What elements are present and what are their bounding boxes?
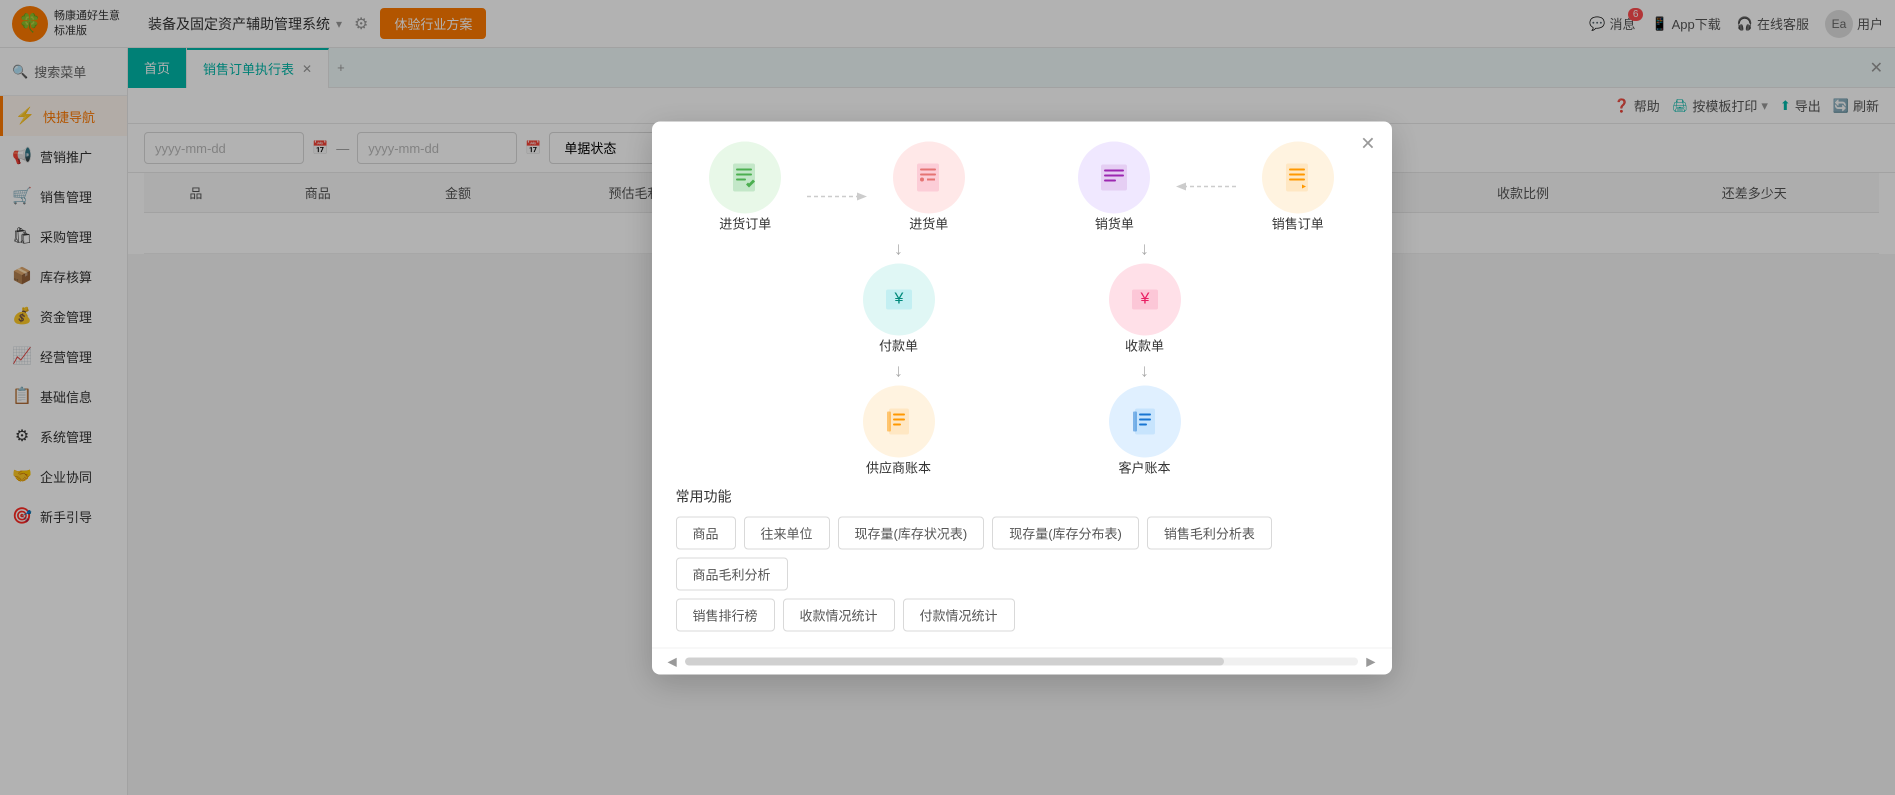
modal-scrollbar: ◀ ▶ (652, 647, 1392, 674)
func-btn-inventory-dist[interactable]: 现存量(库存分布表) (992, 516, 1139, 549)
func-btn-payment-stats[interactable]: 收款情况统计 (783, 598, 895, 631)
flow-label-sales-order: 销售订单 (1272, 213, 1324, 232)
customer-ledger-circle (1109, 385, 1181, 457)
down-arrow-customer: ↓ (1140, 360, 1149, 381)
flow-top-row: 进货订单 进货单 (692, 141, 1352, 232)
quick-nav-modal: ✕ 进货订单 (652, 121, 1392, 674)
scroll-track[interactable] (685, 657, 1359, 665)
func-btn-sales-rank[interactable]: 销售排行榜 (676, 598, 775, 631)
flow-item-sales-order[interactable]: 销售订单 (1244, 141, 1351, 232)
receipt-slip-circle: ¥ (1109, 263, 1181, 335)
scroll-thumb (685, 657, 1224, 665)
common-functions: 常用功能 商品 往来单位 现存量(库存状况表) 现存量(库存分布表) 销售毛利分… (652, 486, 1392, 647)
flow-item-purchase-order[interactable]: 进货订单 (692, 141, 799, 232)
func-btn-inventory-status[interactable]: 现存量(库存状况表) (838, 516, 985, 549)
arrow-right-1 (807, 165, 867, 208)
flow-item-customer-ledger[interactable]: 客户账本 (1090, 385, 1200, 476)
func-btn-purchase-stats[interactable]: 付款情况统计 (903, 598, 1015, 631)
down-arrow-supplier: ↓ (894, 360, 903, 381)
modal-close-button[interactable]: ✕ (1360, 133, 1375, 154)
down-arrow-purchase: ↓ (894, 238, 903, 259)
func-btn-product-profit[interactable]: 商品毛利分析 (676, 557, 788, 590)
func-btn-partner[interactable]: 往来单位 (744, 516, 830, 549)
flow-item-receipt-slip[interactable]: ¥ 收款单 (1090, 263, 1200, 354)
flow-label-purchase-slip: 进货单 (909, 213, 948, 232)
flow-item-purchase-slip[interactable]: 进货单 (875, 141, 982, 232)
flow-label-sales-slip: 销货单 (1095, 213, 1134, 232)
sales-order-circle (1262, 141, 1334, 213)
arrow-right-2 (1176, 155, 1236, 198)
scroll-left-icon[interactable]: ◀ (668, 654, 677, 668)
scroll-right-icon[interactable]: ▶ (1366, 654, 1375, 668)
flow-item-sales-slip[interactable]: 销货单 (1061, 141, 1168, 232)
flow-arrows-row: ↓ ¥ 付款单 ↓ (692, 238, 1352, 354)
func-btn-product[interactable]: 商品 (676, 516, 736, 549)
workflow-container: 进货订单 进货单 (652, 121, 1392, 486)
flow-item-supplier-ledger[interactable]: 供应商账本 (844, 385, 954, 476)
purchase-slip-circle (893, 141, 965, 213)
func-buttons-row1: 商品 往来单位 现存量(库存状况表) 现存量(库存分布表) 销售毛利分析表 商品… (676, 516, 1368, 590)
flow-label-purchase-order: 进货订单 (719, 213, 771, 232)
down-arrow-sales: ↓ (1140, 238, 1149, 259)
func-btn-sales-profit[interactable]: 销售毛利分析表 (1147, 516, 1272, 549)
sales-slip-circle (1078, 141, 1150, 213)
purchase-order-circle (709, 141, 781, 213)
svg-text:¥: ¥ (893, 290, 903, 307)
payment-slip-circle: ¥ (863, 263, 935, 335)
flow-label-receipt-slip: 收款单 (1125, 335, 1164, 354)
flow-ledger-row: ↓ 供应商账本 ↓ (692, 360, 1352, 476)
common-functions-title: 常用功能 (676, 486, 1368, 506)
supplier-ledger-circle (863, 385, 935, 457)
flow-item-payment-slip[interactable]: ¥ 付款单 (844, 263, 954, 354)
flow-label-supplier-ledger: 供应商账本 (866, 457, 931, 476)
flow-label-customer-ledger: 客户账本 (1118, 457, 1170, 476)
svg-text:¥: ¥ (1139, 290, 1149, 307)
flow-label-payment-slip: 付款单 (879, 335, 918, 354)
func-buttons-row2: 销售排行榜 收款情况统计 付款情况统计 (676, 598, 1368, 631)
